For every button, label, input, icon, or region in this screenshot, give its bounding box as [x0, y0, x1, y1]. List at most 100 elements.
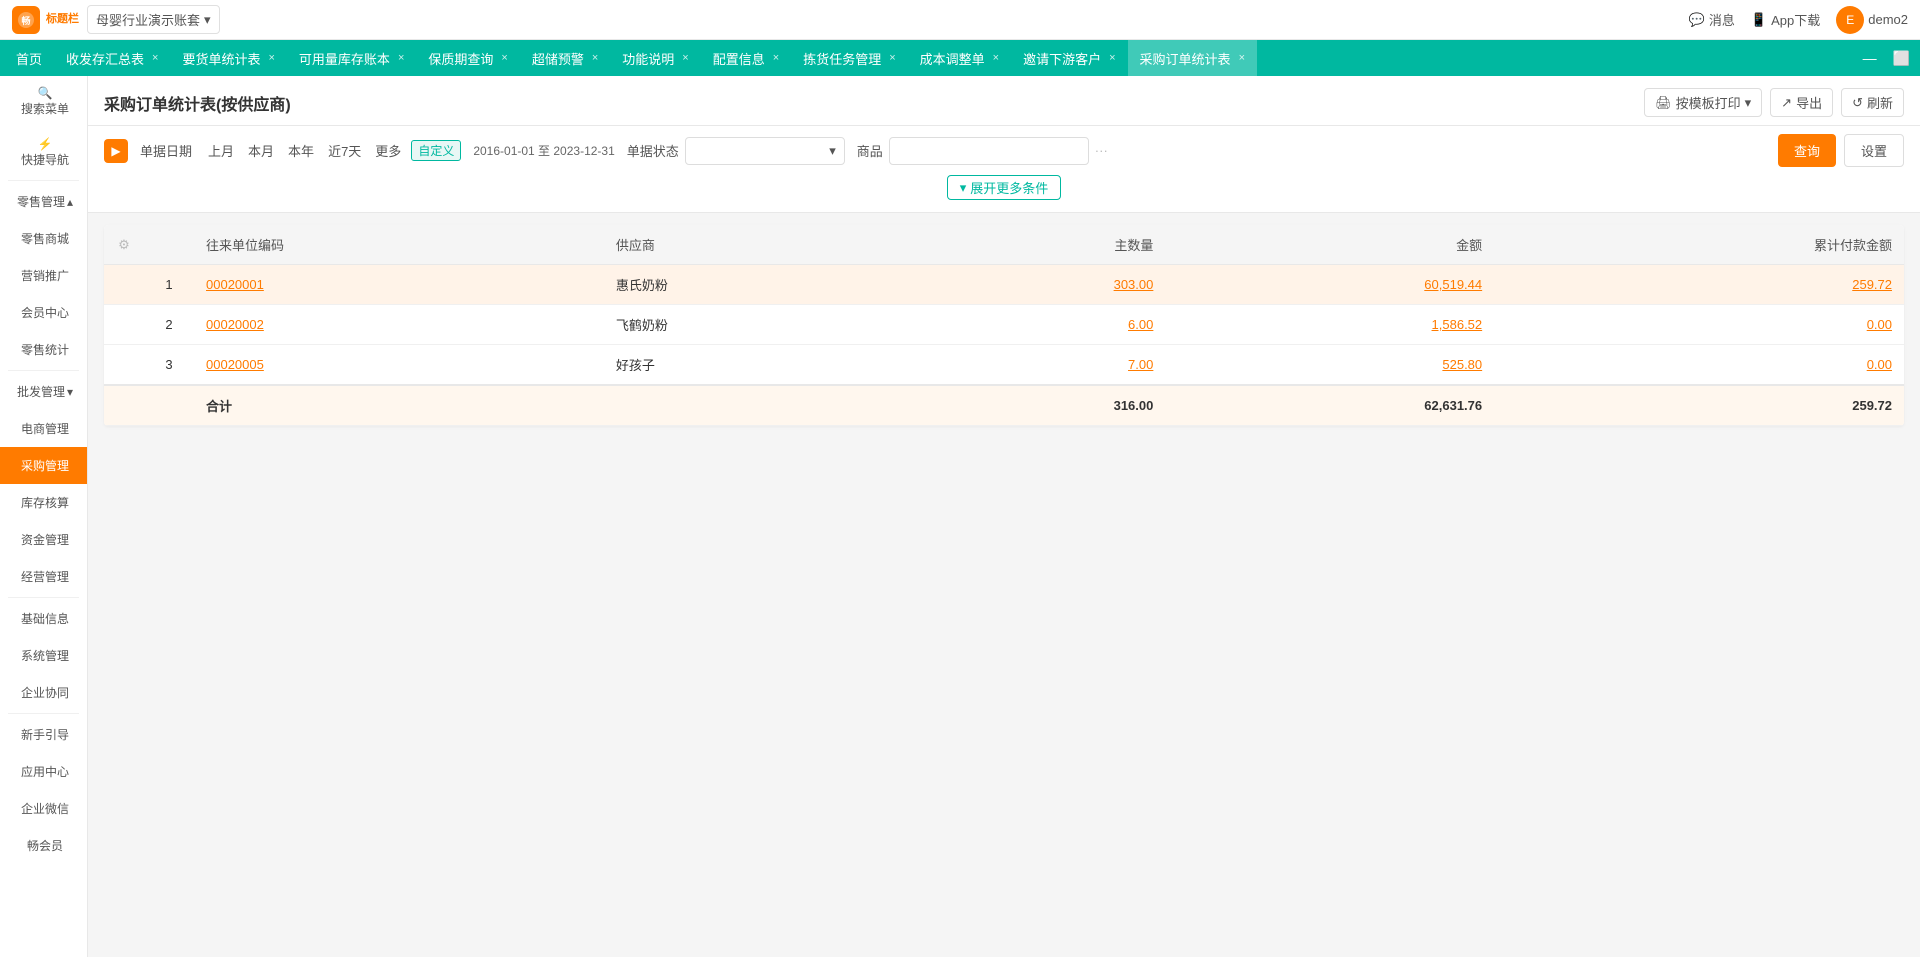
tab-overstock-warning-close[interactable]: × — [592, 52, 598, 64]
tab-invite-downstream[interactable]: 邀请下游客户 × — [1011, 40, 1127, 76]
sidebar-item-purchase-mgmt[interactable]: 采购管理 — [0, 447, 87, 484]
filter-toggle-btn[interactable]: ▶ — [104, 139, 128, 163]
tab-shelf-life[interactable]: 保质期查询 × — [416, 40, 519, 76]
shortcut-last-month[interactable]: 上月 — [204, 139, 238, 162]
row1-supplier: 惠氏奶粉 — [604, 265, 909, 305]
tab-home[interactable]: 首页 — [4, 40, 54, 76]
sidebar-item-ecommerce-mgmt[interactable]: 电商管理 — [0, 410, 87, 447]
goods-filter-more-icon[interactable]: ··· — [1095, 143, 1108, 158]
settings-button[interactable]: 设置 — [1844, 134, 1904, 167]
search-button[interactable]: 查询 — [1778, 134, 1836, 167]
sidebar-item-operation-mgmt[interactable]: 经营管理 — [0, 558, 87, 595]
tab-order-stat-label: 要货单统计表 — [182, 49, 260, 68]
logo-area: 畅 标题栏 — [12, 6, 79, 34]
nav-maximize-btn[interactable]: ⬜ — [1887, 48, 1916, 69]
tab-receive-send-close[interactable]: × — [152, 52, 158, 64]
chevron-up-icon: ▴ — [67, 195, 73, 209]
row1-qty[interactable]: 303.00 — [909, 265, 1165, 305]
refresh-button[interactable]: ↺ 刷新 — [1841, 88, 1904, 117]
tab-shelf-life-close[interactable]: × — [501, 52, 507, 64]
row1-unit-code[interactable]: 00020001 — [194, 265, 604, 305]
sidebar-member-center-label: 会员中心 — [7, 304, 83, 321]
col-settings[interactable]: ⚙ — [104, 225, 144, 265]
sidebar-item-retail-stat[interactable]: 零售统计 — [0, 331, 87, 368]
sidebar-enterprise-wechat-label: 企业微信 — [7, 800, 83, 817]
sidebar-item-marketing[interactable]: 营销推广 — [0, 257, 87, 294]
sidebar-divider-1 — [8, 180, 79, 181]
sidebar-item-member-card[interactable]: 畅会员 — [0, 827, 87, 864]
sidebar-item-inventory-check[interactable]: 库存核算 — [0, 484, 87, 521]
sidebar-item-app-center[interactable]: 应用中心 — [0, 753, 87, 790]
page-actions: 🖨 按模板打印 ▾ ↗ 导出 ↺ 刷新 — [1644, 88, 1904, 117]
tab-order-stat[interactable]: 要货单统计表 × — [170, 40, 286, 76]
tab-purchase-stat[interactable]: 采购订单统计表 × — [1128, 40, 1257, 76]
row2-unit-code[interactable]: 00020002 — [194, 305, 604, 345]
table-header-row: ⚙ 往来单位编码 供应商 主数量 金额 累计付款金额 — [104, 225, 1904, 265]
tab-cost-adjust[interactable]: 成本调整单 × — [908, 40, 1011, 76]
quick-nav-icon: ⚡ — [7, 137, 83, 151]
shortcut-7days[interactable]: 近7天 — [324, 139, 365, 162]
tab-function-desc-close[interactable]: × — [682, 52, 688, 64]
row2-amount[interactable]: 1,586.52 — [1165, 305, 1494, 345]
tab-available-stock-close[interactable]: × — [398, 52, 404, 64]
sidebar-item-search[interactable]: 🔍 搜索菜单 — [0, 76, 87, 127]
expand-more-btn[interactable]: ▾ 展开更多条件 — [947, 175, 1062, 200]
row2-qty[interactable]: 6.00 — [909, 305, 1165, 345]
row2-paid-amount[interactable]: 0.00 — [1494, 305, 1904, 345]
col-amount: 金额 — [1165, 225, 1494, 265]
sidebar-divider-4 — [8, 713, 79, 714]
goods-filter-field: 商品 ··· — [857, 137, 1108, 165]
tab-config-info[interactable]: 配置信息 × — [701, 40, 791, 76]
row1-paid-amount[interactable]: 259.72 — [1494, 265, 1904, 305]
tab-order-stat-close[interactable]: × — [268, 52, 274, 64]
row3-paid-amount[interactable]: 0.00 — [1494, 345, 1904, 386]
sidebar-item-retail-mall[interactable]: 零售商城 — [0, 220, 87, 257]
user-avatar-btn[interactable]: E demo2 — [1836, 6, 1908, 34]
tab-function-desc[interactable]: 功能说明 × — [610, 40, 700, 76]
sidebar-item-finance-mgmt[interactable]: 资金管理 — [0, 521, 87, 558]
nav-minimize-btn[interactable]: — — [1857, 48, 1883, 68]
row1-amount[interactable]: 60,519.44 — [1165, 265, 1494, 305]
tab-available-stock-label: 可用量库存账本 — [299, 49, 390, 68]
sidebar-item-enterprise-wechat[interactable]: 企业微信 — [0, 790, 87, 827]
table-row: 3 00020005 好孩子 7.00 525.80 0.00 — [104, 345, 1904, 386]
sidebar-item-system-mgmt[interactable]: 系统管理 — [0, 637, 87, 674]
template-print-button[interactable]: 🖨 按模板打印 ▾ — [1644, 88, 1762, 117]
row3-amount[interactable]: 525.80 — [1165, 345, 1494, 386]
goods-filter-input[interactable] — [889, 137, 1089, 165]
app-download-btn[interactable]: 📱 App下载 — [1751, 10, 1820, 29]
date-filter-label: 单据日期 — [140, 141, 192, 160]
settings-col-icon[interactable]: ⚙ — [118, 237, 130, 252]
message-btn[interactable]: 💬 消息 — [1689, 10, 1735, 29]
sidebar-item-quick-nav[interactable]: ⚡ 快捷导航 — [0, 127, 87, 178]
tab-receive-send[interactable]: 收发存汇总表 × — [54, 40, 170, 76]
sidebar-item-wholesale-mgmt[interactable]: 批发管理 ▾ — [0, 373, 87, 410]
tab-purchase-stat-close[interactable]: × — [1239, 52, 1245, 64]
custom-date-tag[interactable]: 自定义 — [411, 140, 461, 161]
row3-qty[interactable]: 7.00 — [909, 345, 1165, 386]
tab-shelf-life-label: 保质期查询 — [428, 49, 493, 68]
tab-available-stock[interactable]: 可用量库存账本 × — [287, 40, 416, 76]
sidebar-item-enterprise-collab[interactable]: 企业协同 — [0, 674, 87, 711]
shortcut-more[interactable]: 更多 — [371, 139, 405, 162]
workspace-selector[interactable]: 母婴行业演示账套 ▾ — [87, 5, 220, 34]
tab-overstock-warning[interactable]: 超储预警 × — [520, 40, 610, 76]
tab-invite-downstream-close[interactable]: × — [1109, 52, 1115, 64]
status-select[interactable]: ▾ — [685, 137, 845, 165]
sidebar-item-member-center[interactable]: 会员中心 — [0, 294, 87, 331]
tab-config-info-close[interactable]: × — [773, 52, 779, 64]
export-label: 导出 — [1796, 93, 1822, 112]
sidebar-item-new-guide[interactable]: 新手引导 — [0, 716, 87, 753]
avatar: E — [1836, 6, 1864, 34]
shortcut-this-year[interactable]: 本年 — [284, 139, 318, 162]
sidebar-item-retail-mgmt[interactable]: 零售管理 ▴ — [0, 183, 87, 220]
tab-pick-task[interactable]: 拣货任务管理 × — [791, 40, 907, 76]
top-bar-left: 畅 标题栏 母婴行业演示账套 ▾ — [12, 5, 220, 34]
tab-pick-task-close[interactable]: × — [889, 52, 895, 64]
export-button[interactable]: ↗ 导出 — [1770, 88, 1833, 117]
tab-cost-adjust-close[interactable]: × — [993, 52, 999, 64]
sidebar-item-basic-info[interactable]: 基础信息 — [0, 600, 87, 637]
message-icon: 💬 — [1689, 12, 1705, 28]
shortcut-this-month[interactable]: 本月 — [244, 139, 278, 162]
row3-unit-code[interactable]: 00020005 — [194, 345, 604, 386]
